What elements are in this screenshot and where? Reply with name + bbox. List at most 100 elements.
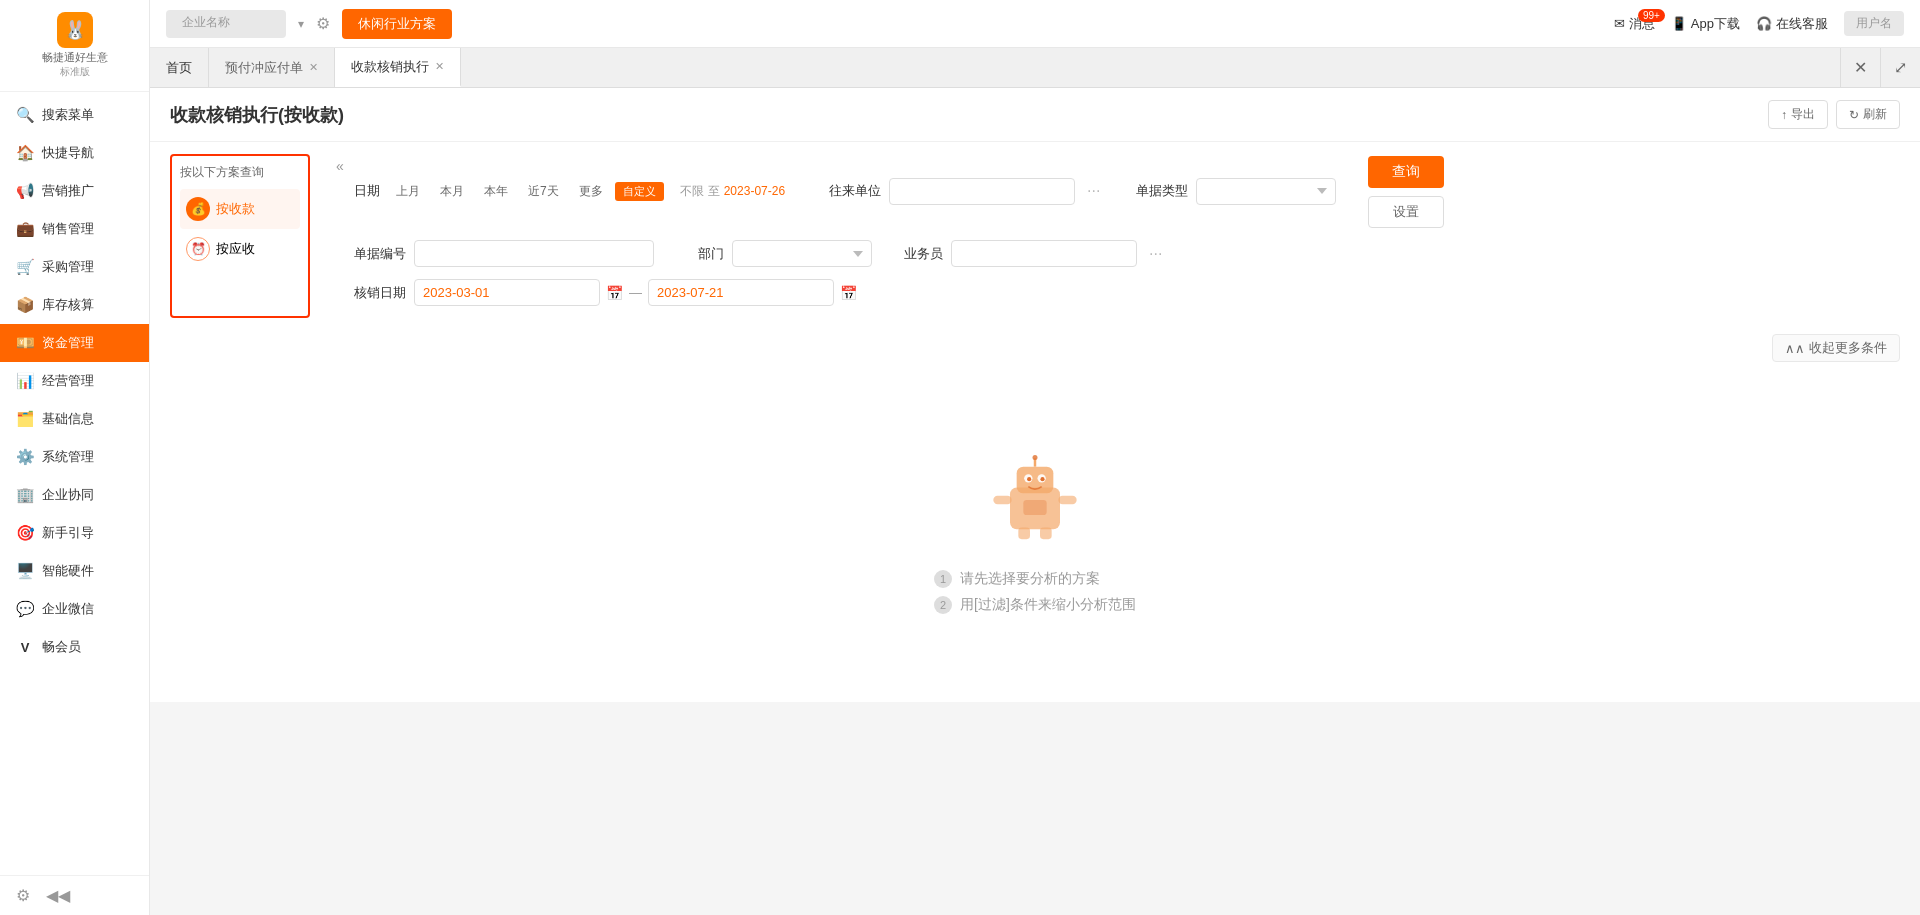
date-btn-this-month[interactable]: 本月: [432, 181, 472, 202]
finance-icon: 💴: [16, 334, 34, 352]
svg-point-5: [1040, 477, 1044, 481]
filter-option-by-receipt[interactable]: 💰 按收款: [180, 189, 300, 229]
search-row-2: 单据编号 部门 业务员: [354, 240, 1900, 267]
date-btn-this-year[interactable]: 本年: [476, 181, 516, 202]
verify-date-field: 核销日期 📅 — 📅: [354, 279, 857, 306]
sidebar-item-operation[interactable]: 📊 经营管理: [0, 362, 149, 400]
date-to-text: 至: [708, 183, 720, 200]
sidebar-item-quick-nav[interactable]: 🏠 快捷导航: [0, 134, 149, 172]
collapse-icon[interactable]: ◀◀: [46, 886, 70, 905]
collapse-more-button[interactable]: ∧∧ 收起更多条件: [1772, 334, 1900, 362]
sidebar-item-label: 企业微信: [42, 600, 94, 618]
verify-date-label: 核销日期: [354, 284, 406, 302]
hint-num-2: 2: [934, 596, 952, 614]
sidebar-item-system[interactable]: ⚙️ 系统管理: [0, 438, 149, 476]
setting-button[interactable]: 设置: [1368, 196, 1444, 228]
search-row-3: 核销日期 📅 — 📅: [354, 279, 1900, 306]
system-icon: ⚙️: [16, 448, 34, 466]
sidebar-item-hardware[interactable]: 🖥️ 智能硬件: [0, 552, 149, 590]
bill-type-label: 单据类型: [1136, 182, 1188, 200]
dept-select[interactable]: [732, 240, 872, 267]
sidebar-item-finance[interactable]: 💴 资金管理: [0, 324, 149, 362]
brand-chevron-icon[interactable]: ▾: [298, 17, 304, 31]
topbar-gear-icon[interactable]: ⚙: [316, 14, 330, 33]
sidebar-nav: 🔍 搜索菜单 🏠 快捷导航 📢 营销推广 💼 销售管理 🛒 采购管理 📦 库存核…: [0, 92, 149, 875]
counterpart-input[interactable]: [889, 178, 1075, 205]
staff-field: 业务员 ···: [904, 240, 1166, 267]
tabbar-actions: ✕ ⤢: [1840, 48, 1920, 87]
empty-state: 1 请先选择要分析的方案 2 用[过滤]条件来缩小分析范围: [150, 370, 1920, 702]
app-download-button[interactable]: 📱 App下载: [1671, 15, 1740, 33]
sidebar-item-search-menu[interactable]: 🔍 搜索菜单: [0, 96, 149, 134]
bill-no-input[interactable]: [414, 240, 654, 267]
search-form: 日期 上月 本月 本年 近7天 更多 自定义 不限: [354, 154, 1900, 318]
no-limit-text: 不限: [680, 183, 704, 200]
operation-icon: 📊: [16, 372, 34, 390]
refresh-icon: ↻: [1849, 108, 1859, 122]
date-field: 日期 上月 本月 本年 近7天 更多 自定义: [354, 181, 664, 202]
tab-close-btn[interactable]: ✕: [1840, 48, 1880, 88]
settings-icon[interactable]: ⚙: [16, 886, 30, 905]
date-filter-group: 上月 本月 本年 近7天 更多 自定义: [388, 181, 664, 202]
message-button[interactable]: ✉ 消息 99+: [1614, 15, 1655, 33]
bill-type-select[interactable]: [1196, 178, 1336, 205]
verify-end-calendar-icon[interactable]: 📅: [840, 285, 857, 301]
date-btn-7days[interactable]: 近7天: [520, 181, 567, 202]
message-badge: 99+: [1638, 9, 1665, 22]
tab-verify-close-icon[interactable]: ✕: [435, 60, 444, 73]
filter-collapse-button[interactable]: «: [330, 154, 350, 318]
tab-verify-label: 收款核销执行: [351, 58, 429, 76]
date-badge-custom[interactable]: 自定义: [615, 182, 664, 201]
filter-option-label: 按收款: [216, 200, 255, 218]
sidebar-item-label: 库存核算: [42, 296, 94, 314]
verify-start-calendar-icon[interactable]: 📅: [606, 285, 623, 301]
topbar: 企业名称 ▾ ⚙ 休闲行业方案 ✉ 消息 99+ 📱 App下载 🎧 在线客服 …: [150, 0, 1920, 48]
tab-prepay[interactable]: 预付冲应付单 ✕: [209, 48, 335, 87]
tab-verify[interactable]: 收款核销执行 ✕: [335, 48, 461, 87]
solution-button[interactable]: 休闲行业方案: [342, 9, 452, 39]
sidebar-item-cooperation[interactable]: 🏢 企业协同: [0, 476, 149, 514]
sidebar-item-label: 畅会员: [42, 638, 81, 656]
bill-type-field: 单据类型: [1136, 178, 1336, 205]
page-inner: 收款核销执行(按收款) ↑ 导出 ↻ 刷新 按以下方案查询: [150, 88, 1920, 702]
export-button[interactable]: ↑ 导出: [1768, 100, 1828, 129]
counterpart-field: 往来单位 ···: [829, 178, 1104, 205]
staff-more-icon[interactable]: ···: [1145, 245, 1166, 263]
svg-rect-8: [993, 496, 1011, 504]
empty-hint-2: 2 用[过滤]条件来缩小分析范围: [934, 596, 1136, 614]
sidebar-item-guide[interactable]: 🎯 新手引导: [0, 514, 149, 552]
filter-option-by-receivable[interactable]: ⏰ 按应收: [180, 229, 300, 269]
verify-date-end-input[interactable]: [648, 279, 834, 306]
query-button[interactable]: 查询: [1368, 156, 1444, 188]
counterpart-more-icon[interactable]: ···: [1083, 182, 1104, 200]
date-btn-last-month[interactable]: 上月: [388, 181, 428, 202]
empty-hint-1: 1 请先选择要分析的方案: [934, 570, 1136, 588]
verify-date-start-input[interactable]: [414, 279, 600, 306]
refresh-button[interactable]: ↻ 刷新: [1836, 100, 1900, 129]
export-label: 导出: [1791, 106, 1815, 123]
tab-home[interactable]: 首页: [150, 48, 209, 87]
date-btn-more[interactable]: 更多: [571, 181, 611, 202]
empty-illustration: [985, 450, 1085, 550]
sidebar-item-purchase[interactable]: 🛒 采购管理: [0, 248, 149, 286]
collapse-label: 收起更多条件: [1809, 339, 1887, 357]
sidebar-item-member[interactable]: V 畅会员: [0, 628, 149, 666]
svg-rect-11: [1018, 528, 1030, 540]
basic-icon: 🗂️: [16, 410, 34, 428]
sidebar-item-inventory[interactable]: 📦 库存核算: [0, 286, 149, 324]
brand-selector[interactable]: 企业名称: [166, 10, 286, 38]
sidebar-item-basic[interactable]: 🗂️ 基础信息: [0, 400, 149, 438]
sidebar-bottom: ⚙ ◀◀: [0, 875, 149, 915]
filter-actions: 查询 设置: [1368, 154, 1444, 228]
user-info[interactable]: 用户名: [1844, 11, 1904, 36]
sidebar-item-marketing[interactable]: 📢 营销推广: [0, 172, 149, 210]
sidebar-item-sales[interactable]: 💼 销售管理: [0, 210, 149, 248]
sidebar-item-label: 资金管理: [42, 334, 94, 352]
tab-expand-btn[interactable]: ⤢: [1880, 48, 1920, 88]
service-button[interactable]: 🎧 在线客服: [1756, 15, 1828, 33]
tab-prepay-close-icon[interactable]: ✕: [309, 61, 318, 74]
page-content: 收款核销执行(按收款) ↑ 导出 ↻ 刷新 按以下方案查询: [150, 88, 1920, 915]
refresh-label: 刷新: [1863, 106, 1887, 123]
sidebar-item-wechat[interactable]: 💬 企业微信: [0, 590, 149, 628]
staff-input[interactable]: [951, 240, 1137, 267]
